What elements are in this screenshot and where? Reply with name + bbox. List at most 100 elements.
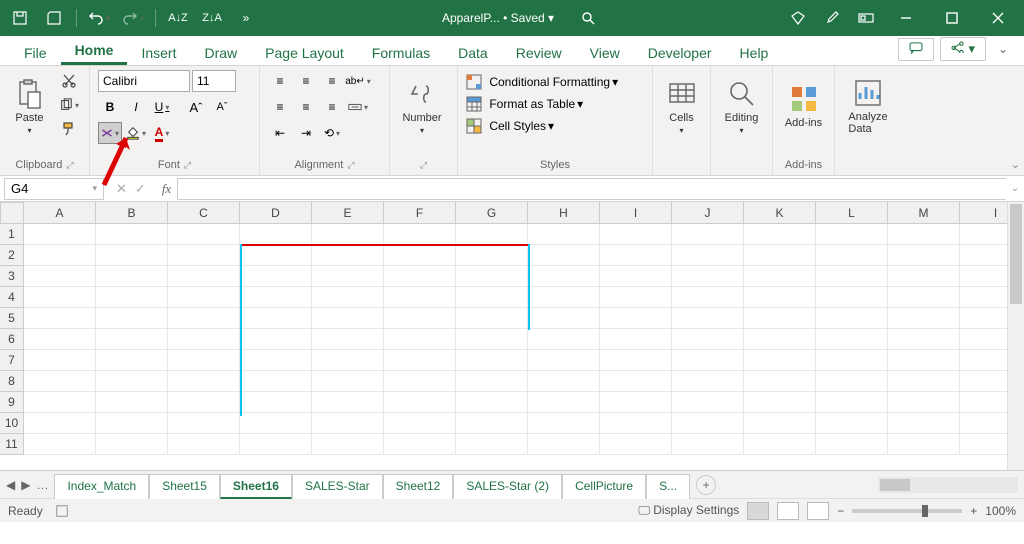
- display-settings-button[interactable]: 🖵 Display Settings: [638, 503, 739, 518]
- cell[interactable]: [600, 245, 672, 266]
- cell[interactable]: [816, 266, 888, 287]
- cell-styles-button[interactable]: Cell Styles ▾: [466, 118, 554, 134]
- cell[interactable]: [96, 266, 168, 287]
- zoom-level[interactable]: 100%: [985, 504, 1016, 518]
- zoom-slider[interactable]: [852, 509, 962, 513]
- cell[interactable]: [888, 413, 960, 434]
- ribbon-collapse-icon[interactable]: ⌄: [1011, 158, 1020, 171]
- cell[interactable]: [384, 371, 456, 392]
- border-button[interactable]: [98, 122, 122, 144]
- column-header[interactable]: C: [168, 202, 240, 224]
- collapse-ribbon-icon[interactable]: ⌄: [992, 42, 1014, 56]
- cell[interactable]: [384, 308, 456, 329]
- cell[interactable]: [888, 329, 960, 350]
- cut-icon[interactable]: [57, 70, 81, 92]
- column-header[interactable]: A: [24, 202, 96, 224]
- cell[interactable]: [528, 266, 600, 287]
- column-header[interactable]: F: [384, 202, 456, 224]
- cell[interactable]: [456, 224, 528, 245]
- cell[interactable]: [816, 308, 888, 329]
- addins-button[interactable]: Add-ins: [781, 70, 826, 142]
- cell[interactable]: [384, 287, 456, 308]
- cell[interactable]: [600, 266, 672, 287]
- cell[interactable]: [528, 371, 600, 392]
- italic-button[interactable]: I: [124, 96, 148, 118]
- cell[interactable]: [168, 224, 240, 245]
- cell[interactable]: [528, 434, 600, 455]
- cell[interactable]: [312, 329, 384, 350]
- cell[interactable]: [96, 350, 168, 371]
- cell[interactable]: [384, 413, 456, 434]
- grow-font-button[interactable]: Aˆ: [184, 96, 208, 118]
- accessibility-icon[interactable]: [55, 504, 69, 518]
- undo-button[interactable]: [85, 4, 113, 32]
- horizontal-scrollbar[interactable]: [878, 477, 1018, 493]
- cell[interactable]: [168, 245, 240, 266]
- tab-view[interactable]: View: [576, 39, 634, 65]
- cell[interactable]: [456, 392, 528, 413]
- cell[interactable]: [672, 371, 744, 392]
- normal-view-button[interactable]: [747, 502, 769, 520]
- cell[interactable]: [96, 224, 168, 245]
- shrink-font-button[interactable]: Aˇ: [210, 96, 234, 118]
- cell[interactable]: [384, 224, 456, 245]
- cell[interactable]: [96, 287, 168, 308]
- cell[interactable]: [24, 308, 96, 329]
- font-color-button[interactable]: A: [150, 122, 174, 144]
- cell[interactable]: [672, 245, 744, 266]
- cell[interactable]: [600, 224, 672, 245]
- tab-developer[interactable]: Developer: [634, 39, 726, 65]
- cell[interactable]: [528, 392, 600, 413]
- tab-data[interactable]: Data: [444, 39, 502, 65]
- cell[interactable]: [24, 434, 96, 455]
- cell[interactable]: [888, 224, 960, 245]
- column-header[interactable]: B: [96, 202, 168, 224]
- cell[interactable]: [744, 245, 816, 266]
- cell[interactable]: [168, 434, 240, 455]
- cell[interactable]: [240, 245, 312, 266]
- cell[interactable]: [24, 266, 96, 287]
- zoom-in-button[interactable]: +: [970, 504, 977, 518]
- cell[interactable]: [672, 329, 744, 350]
- cell[interactable]: [888, 245, 960, 266]
- cell[interactable]: [816, 224, 888, 245]
- cell[interactable]: [24, 287, 96, 308]
- cell[interactable]: [384, 329, 456, 350]
- column-header[interactable]: I: [600, 202, 672, 224]
- cell[interactable]: [816, 329, 888, 350]
- cell[interactable]: [384, 434, 456, 455]
- cell[interactable]: [312, 245, 384, 266]
- font-name-combo[interactable]: [98, 70, 190, 92]
- cell[interactable]: [600, 329, 672, 350]
- cell[interactable]: [240, 308, 312, 329]
- cell[interactable]: [816, 434, 888, 455]
- cell[interactable]: [672, 308, 744, 329]
- row-header[interactable]: 5: [0, 308, 24, 329]
- format-painter-icon[interactable]: [57, 118, 81, 140]
- sheet-tab[interactable]: Index_Match: [54, 474, 149, 499]
- wrap-text-button[interactable]: ab↵: [346, 70, 370, 92]
- cell[interactable]: [312, 434, 384, 455]
- cell[interactable]: [240, 371, 312, 392]
- bold-button[interactable]: B: [98, 96, 122, 118]
- cell[interactable]: [672, 350, 744, 371]
- select-all-corner[interactable]: [0, 202, 24, 224]
- cell[interactable]: [456, 350, 528, 371]
- cell[interactable]: [24, 350, 96, 371]
- cell[interactable]: [312, 266, 384, 287]
- cell[interactable]: [312, 308, 384, 329]
- cell[interactable]: [24, 329, 96, 350]
- cell[interactable]: [240, 434, 312, 455]
- cell[interactable]: [528, 308, 600, 329]
- cell[interactable]: [744, 287, 816, 308]
- cell[interactable]: [24, 245, 96, 266]
- cell[interactable]: [312, 224, 384, 245]
- sheet-tab[interactable]: Sheet15: [149, 474, 220, 499]
- cell[interactable]: [528, 329, 600, 350]
- new-sheet-button[interactable]: +: [696, 475, 716, 495]
- cell[interactable]: [168, 308, 240, 329]
- brush-icon[interactable]: [818, 4, 846, 32]
- cell[interactable]: [600, 371, 672, 392]
- number-format-button[interactable]: Number▾: [398, 70, 446, 142]
- cell[interactable]: [96, 329, 168, 350]
